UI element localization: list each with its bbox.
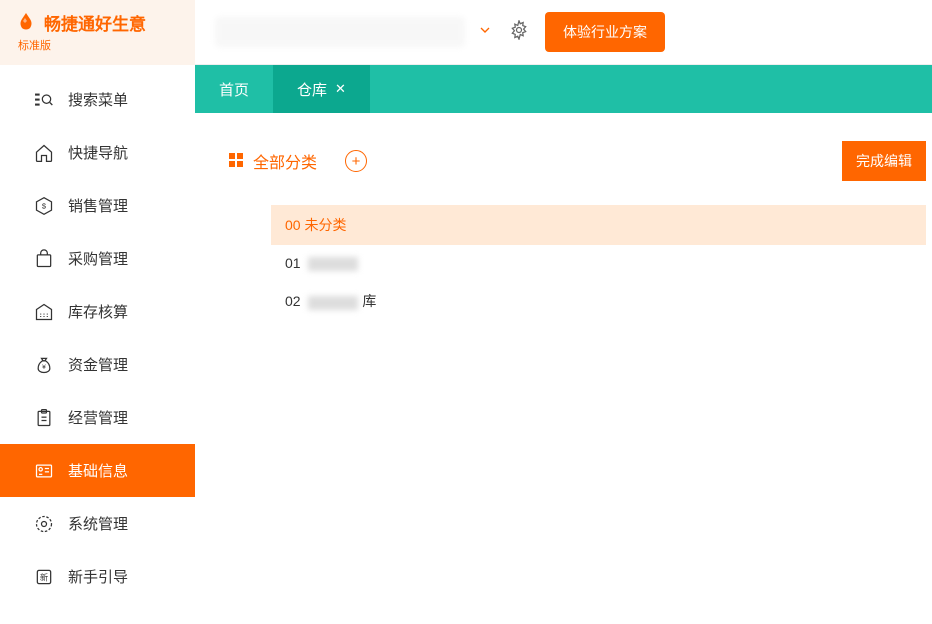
brand-edition: 标准版 (18, 37, 181, 53)
main: 体验行业方案 首页 仓库 ✕ 全部分类 + 完成编辑 (195, 0, 932, 624)
tree-item[interactable]: 01 (271, 245, 926, 281)
add-button[interactable]: + (345, 150, 367, 172)
clipboard-icon (34, 408, 54, 428)
org-name (215, 17, 465, 47)
svg-text:新: 新 (40, 572, 48, 582)
svg-text:$: $ (42, 201, 47, 210)
content-header: 全部分类 + 完成编辑 (229, 141, 926, 181)
sidebar-item-guide[interactable]: 新 新手引导 (0, 550, 195, 603)
sidebar-item-label: 采购管理 (68, 248, 128, 269)
tree-item[interactable]: 00 未分类 (271, 205, 926, 245)
sidebar-item-label: 搜索菜单 (68, 89, 128, 110)
sidebar-item-label: 系统管理 (68, 513, 128, 534)
info-card-icon (34, 461, 54, 481)
warehouse-icon (34, 302, 54, 322)
sidebar-item-purchase[interactable]: 采购管理 (0, 232, 195, 285)
tab-label: 首页 (219, 79, 249, 100)
obscured-text (308, 296, 358, 310)
sidebar-item-label: 基础信息 (68, 460, 128, 481)
topbar: 体验行业方案 (195, 0, 932, 65)
home-icon (34, 143, 54, 163)
logo-icon (14, 11, 38, 35)
tabs: 首页 仓库 ✕ (195, 65, 932, 113)
svg-text:¥: ¥ (42, 364, 46, 371)
finish-edit-button[interactable]: 完成编辑 (842, 141, 926, 181)
grid-icon (229, 153, 243, 170)
tree-item-code: 02 (285, 293, 301, 309)
guide-icon: 新 (34, 567, 54, 587)
sidebar-item-label: 销售管理 (68, 195, 128, 216)
sidebar: 畅捷通好生意 标准版 搜索菜单 快捷导航 $ 销售管理 采购管理 (0, 0, 195, 624)
sidebar-item-basic[interactable]: 基础信息 (0, 444, 195, 497)
tab-label: 仓库 (297, 79, 327, 100)
tree-item-code: 00 (285, 217, 301, 233)
obscured-text (308, 257, 358, 271)
content: 全部分类 + 完成编辑 00 未分类 01 02 库 (195, 113, 932, 624)
sidebar-item-nav[interactable]: 快捷导航 (0, 126, 195, 179)
org-selector[interactable] (215, 17, 493, 47)
sidebar-item-label: 资金管理 (68, 354, 128, 375)
sidebar-item-label: 库存核算 (68, 301, 128, 322)
tab-home[interactable]: 首页 (195, 65, 273, 113)
tree-item-code: 01 (285, 255, 301, 271)
tree-item[interactable]: 02 库 (271, 281, 926, 321)
sidebar-item-system[interactable]: 系统管理 (0, 497, 195, 550)
chevron-down-icon (477, 22, 493, 43)
sidebar-item-inventory[interactable]: 库存核算 (0, 285, 195, 338)
bag-icon (34, 249, 54, 269)
sidebar-item-label: 新手引导 (68, 566, 128, 587)
tab-warehouse[interactable]: 仓库 ✕ (273, 65, 370, 113)
category-title: 全部分类 (253, 149, 317, 173)
price-tag-icon: $ (34, 196, 54, 216)
close-icon[interactable]: ✕ (335, 81, 346, 97)
tree-item-name: 未分类 (304, 217, 346, 233)
system-icon (34, 514, 54, 534)
sidebar-item-money[interactable]: ¥ 资金管理 (0, 338, 195, 391)
sidebar-item-sales[interactable]: $ 销售管理 (0, 179, 195, 232)
category-tree: 00 未分类 01 02 库 (271, 205, 926, 321)
money-bag-icon: ¥ (34, 355, 54, 375)
tree-item-name: 库 (362, 293, 376, 309)
brand-name: 畅捷通好生意 (44, 10, 146, 35)
sidebar-item-search[interactable]: 搜索菜单 (0, 73, 195, 126)
search-icon (34, 90, 54, 110)
sidebar-item-label: 经营管理 (68, 407, 128, 428)
sidebar-item-business[interactable]: 经营管理 (0, 391, 195, 444)
sidebar-item-label: 快捷导航 (68, 142, 128, 163)
logo-area: 畅捷通好生意 标准版 (0, 0, 195, 65)
nav-list: 搜索菜单 快捷导航 $ 销售管理 采购管理 库存核算 ¥ 资金管理 (0, 65, 195, 624)
settings-button[interactable] (509, 20, 529, 45)
cta-button[interactable]: 体验行业方案 (545, 12, 665, 52)
